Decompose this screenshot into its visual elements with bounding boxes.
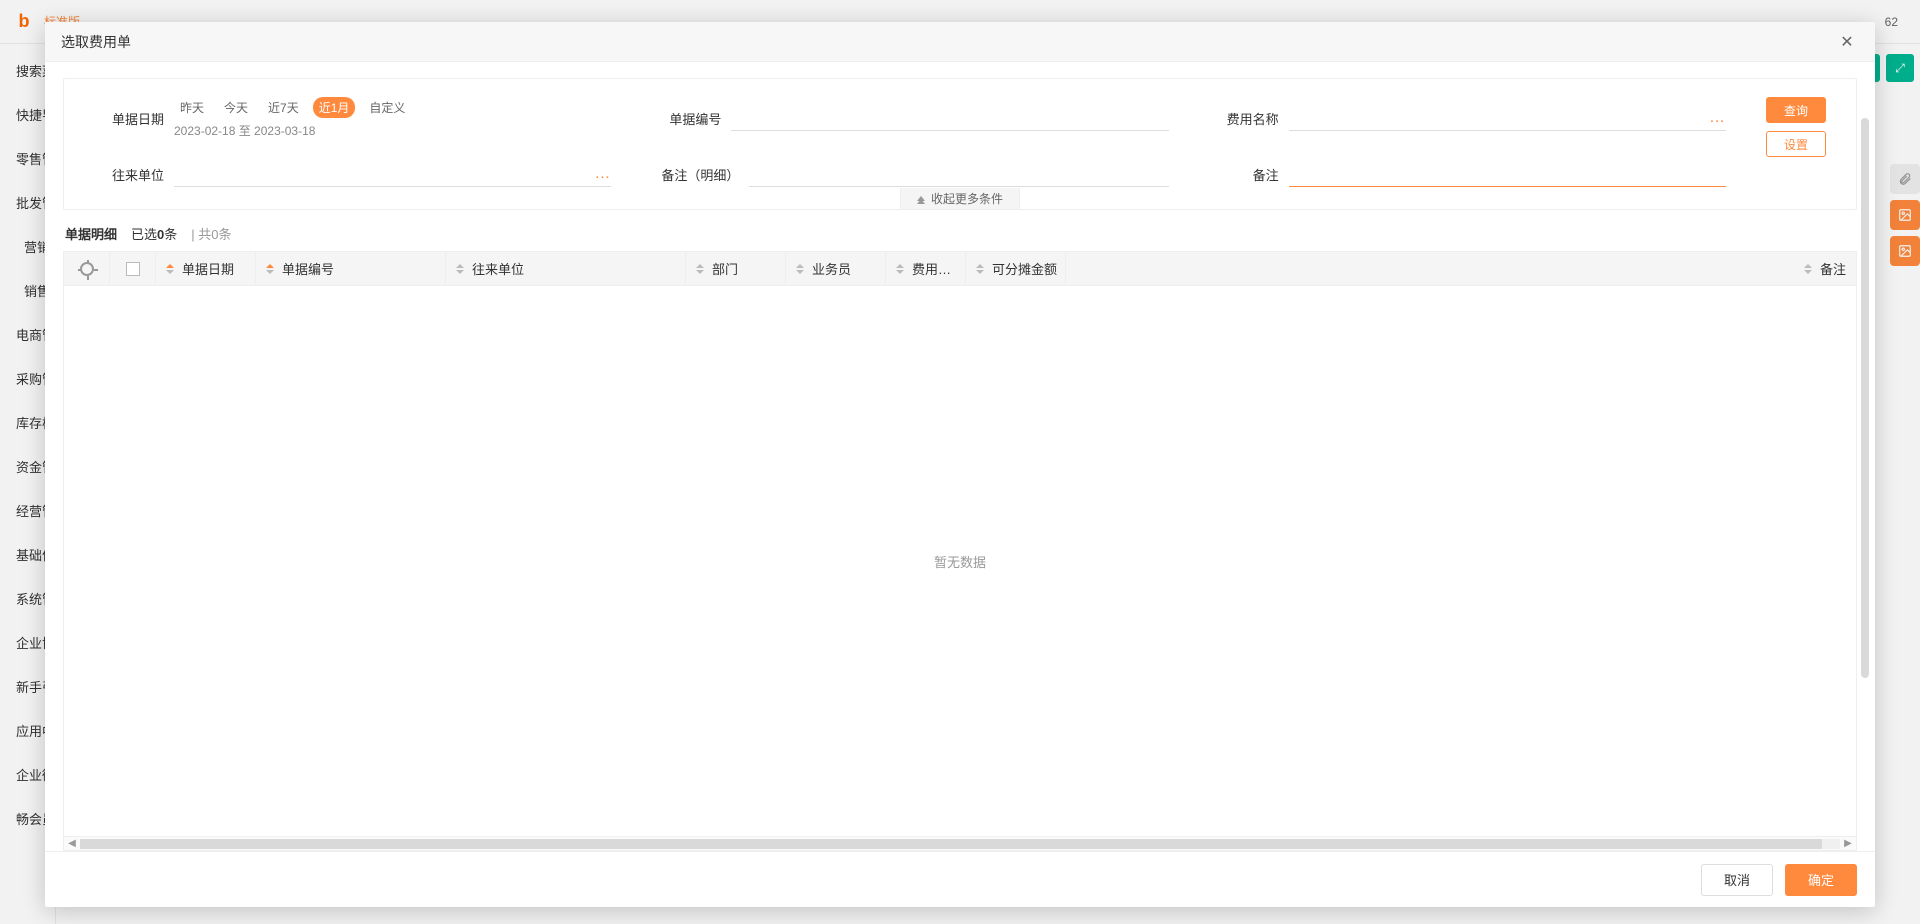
scroll-thumb[interactable]	[1861, 118, 1869, 678]
scroll-left-icon[interactable]: ◀	[64, 838, 80, 849]
horizontal-scrollbar[interactable]: ◀ ▶	[64, 836, 1856, 850]
total-count: | 共0条	[191, 224, 231, 243]
column-header-remark[interactable]: 备注	[1066, 252, 1856, 285]
fee-name-input[interactable]	[1289, 105, 1726, 131]
filter-doc-code: 单据编号	[651, 97, 1168, 139]
filter-label: 备注（明细）	[651, 165, 739, 184]
date-quick-yesterday[interactable]: 昨天	[174, 97, 210, 118]
column-header-staff[interactable]: 业务员	[786, 252, 886, 285]
filter-fee-name: 费用名称 …	[1209, 97, 1726, 139]
close-button[interactable]: ✕	[1835, 30, 1859, 54]
collapse-label: 收起更多条件	[931, 190, 1003, 207]
gear-icon	[80, 262, 94, 276]
modal-title: 选取费用单	[61, 32, 131, 52]
filter-remark-detail: 备注（明细）	[651, 161, 1168, 187]
filter-doc-date: 单据日期 昨天 今天 近7天 近1月 自定义 2023-02-18 至 2023…	[94, 97, 611, 139]
collapse-filters-button[interactable]: 收起更多条件	[900, 188, 1020, 210]
filter-label: 单据日期	[94, 109, 164, 128]
data-table: 单据日期 单据编号 往来单位 部门	[63, 251, 1857, 851]
close-icon: ✕	[1840, 32, 1853, 52]
checkbox-icon	[126, 262, 140, 276]
scroll-right-icon[interactable]: ▶	[1840, 838, 1856, 849]
date-quick-last7[interactable]: 近7天	[262, 97, 305, 118]
vendor-input[interactable]	[174, 161, 611, 187]
column-header-fee[interactable]: 费用…	[886, 252, 966, 285]
column-header-alloc[interactable]: 可分摊金额	[966, 252, 1066, 285]
modal-header: 选取费用单 ✕	[45, 22, 1875, 62]
date-quick-today[interactable]: 今天	[218, 97, 254, 118]
select-all-checkbox[interactable]	[110, 252, 156, 285]
vertical-scrollbar[interactable]	[1861, 118, 1871, 831]
cancel-button[interactable]: 取消	[1701, 864, 1773, 896]
more-icon[interactable]: …	[1709, 109, 1726, 127]
remark-detail-input[interactable]	[749, 161, 1168, 187]
filter-label: 单据编号	[651, 109, 721, 128]
remark-input[interactable]	[1289, 161, 1726, 187]
doc-code-input[interactable]	[731, 105, 1168, 131]
filter-vendor: 往来单位 …	[94, 161, 611, 187]
column-header-dept[interactable]: 部门	[686, 252, 786, 285]
list-title: 单据明细	[65, 224, 117, 243]
filter-label: 备注	[1209, 165, 1279, 184]
chevron-up-icon	[917, 196, 925, 201]
settings-button[interactable]: 设置	[1766, 131, 1826, 157]
modal-body: 单据日期 昨天 今天 近7天 近1月 自定义 2023-02-18 至 2023…	[45, 62, 1875, 851]
filter-panel: 单据日期 昨天 今天 近7天 近1月 自定义 2023-02-18 至 2023…	[63, 78, 1857, 210]
modal-footer: 取消 确定	[45, 851, 1875, 907]
select-expense-modal: 选取费用单 ✕ 单据日期 昨天 今天 近7天 近	[45, 22, 1875, 907]
column-header-code[interactable]: 单据编号	[256, 252, 446, 285]
selected-count: 已选0条	[131, 224, 177, 243]
table-empty: 暂无数据	[64, 286, 1856, 836]
modal-overlay: 选取费用单 ✕ 单据日期 昨天 今天 近7天 近	[0, 0, 1920, 924]
filter-label: 往来单位	[94, 165, 164, 184]
more-icon[interactable]: …	[594, 165, 611, 183]
table-header: 单据日期 单据编号 往来单位 部门	[64, 252, 1856, 286]
confirm-button[interactable]: 确定	[1785, 864, 1857, 896]
date-range-text: 2023-02-18 至 2023-03-18	[174, 122, 611, 139]
filter-remark: 备注	[1209, 161, 1726, 187]
column-header-date[interactable]: 单据日期	[156, 252, 256, 285]
filter-label: 费用名称	[1209, 109, 1279, 128]
query-button[interactable]: 查询	[1766, 97, 1826, 123]
column-header-vendor[interactable]: 往来单位	[446, 252, 686, 285]
list-header: 单据明细 已选0条 | 共0条	[65, 224, 1857, 243]
column-settings-button[interactable]	[64, 252, 110, 285]
scroll-thumb[interactable]	[80, 839, 1822, 849]
date-quick-last1m[interactable]: 近1月	[313, 97, 356, 118]
date-quick-custom[interactable]: 自定义	[363, 97, 411, 118]
